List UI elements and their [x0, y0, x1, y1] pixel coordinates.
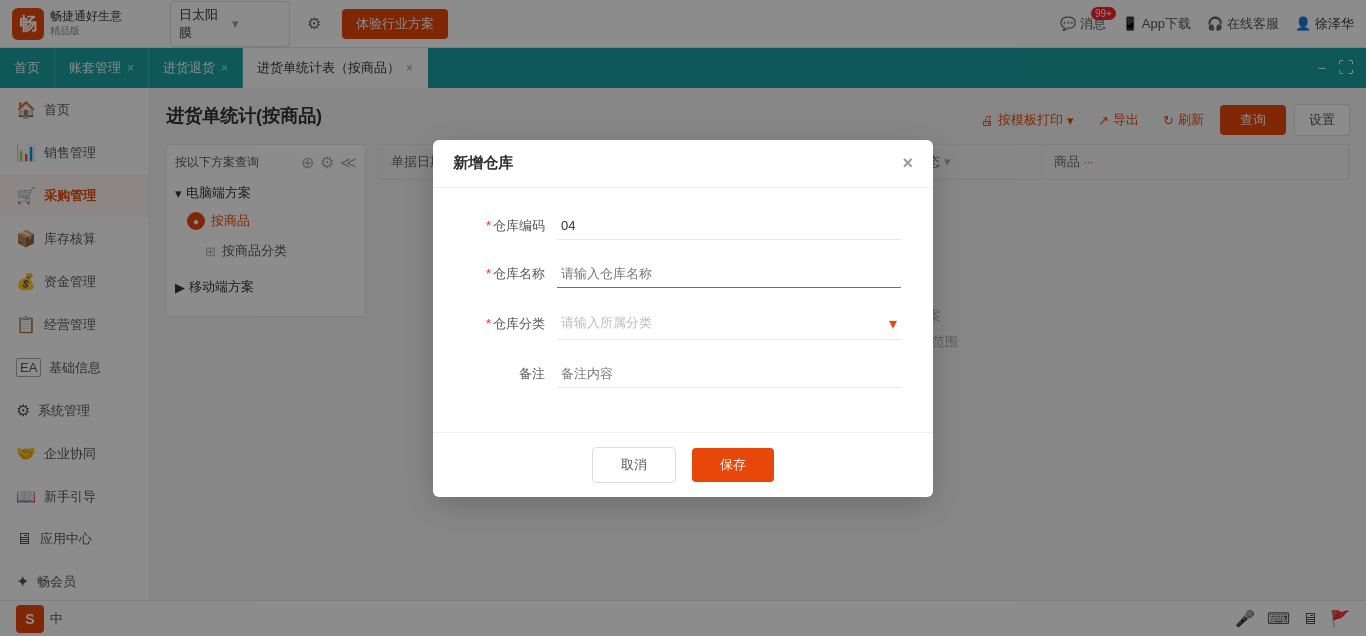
code-input[interactable]	[557, 212, 901, 240]
form-row-name: 仓库名称	[465, 260, 901, 288]
modal-footer: 取消 保存	[433, 432, 933, 497]
form-row-code: 仓库编码	[465, 212, 901, 240]
modal-title: 新增仓库	[453, 154, 513, 173]
modal-overlay: 新增仓库 × 仓库编码 仓库名称 仓库分类 请输入所属分类 ▾	[0, 0, 1366, 636]
form-row-category: 仓库分类 请输入所属分类 ▾	[465, 308, 901, 340]
modal-body: 仓库编码 仓库名称 仓库分类 请输入所属分类 ▾ 备注	[433, 188, 933, 432]
category-select[interactable]: 请输入所属分类 ▾	[557, 308, 901, 340]
modal-header: 新增仓库 ×	[433, 140, 933, 188]
modal-add-warehouse: 新增仓库 × 仓库编码 仓库名称 仓库分类 请输入所属分类 ▾	[433, 140, 933, 497]
category-label: 仓库分类	[465, 315, 545, 333]
category-placeholder: 请输入所属分类	[561, 314, 652, 332]
modal-close-button[interactable]: ×	[902, 154, 913, 172]
code-label: 仓库编码	[465, 217, 545, 235]
name-label: 仓库名称	[465, 265, 545, 283]
form-row-note: 备注	[465, 360, 901, 388]
note-input[interactable]	[557, 360, 901, 388]
cancel-button[interactable]: 取消	[592, 447, 676, 483]
save-button[interactable]: 保存	[692, 448, 774, 482]
category-dropdown-icon: ▾	[889, 314, 897, 333]
note-label: 备注	[465, 365, 545, 383]
name-input[interactable]	[557, 260, 901, 288]
